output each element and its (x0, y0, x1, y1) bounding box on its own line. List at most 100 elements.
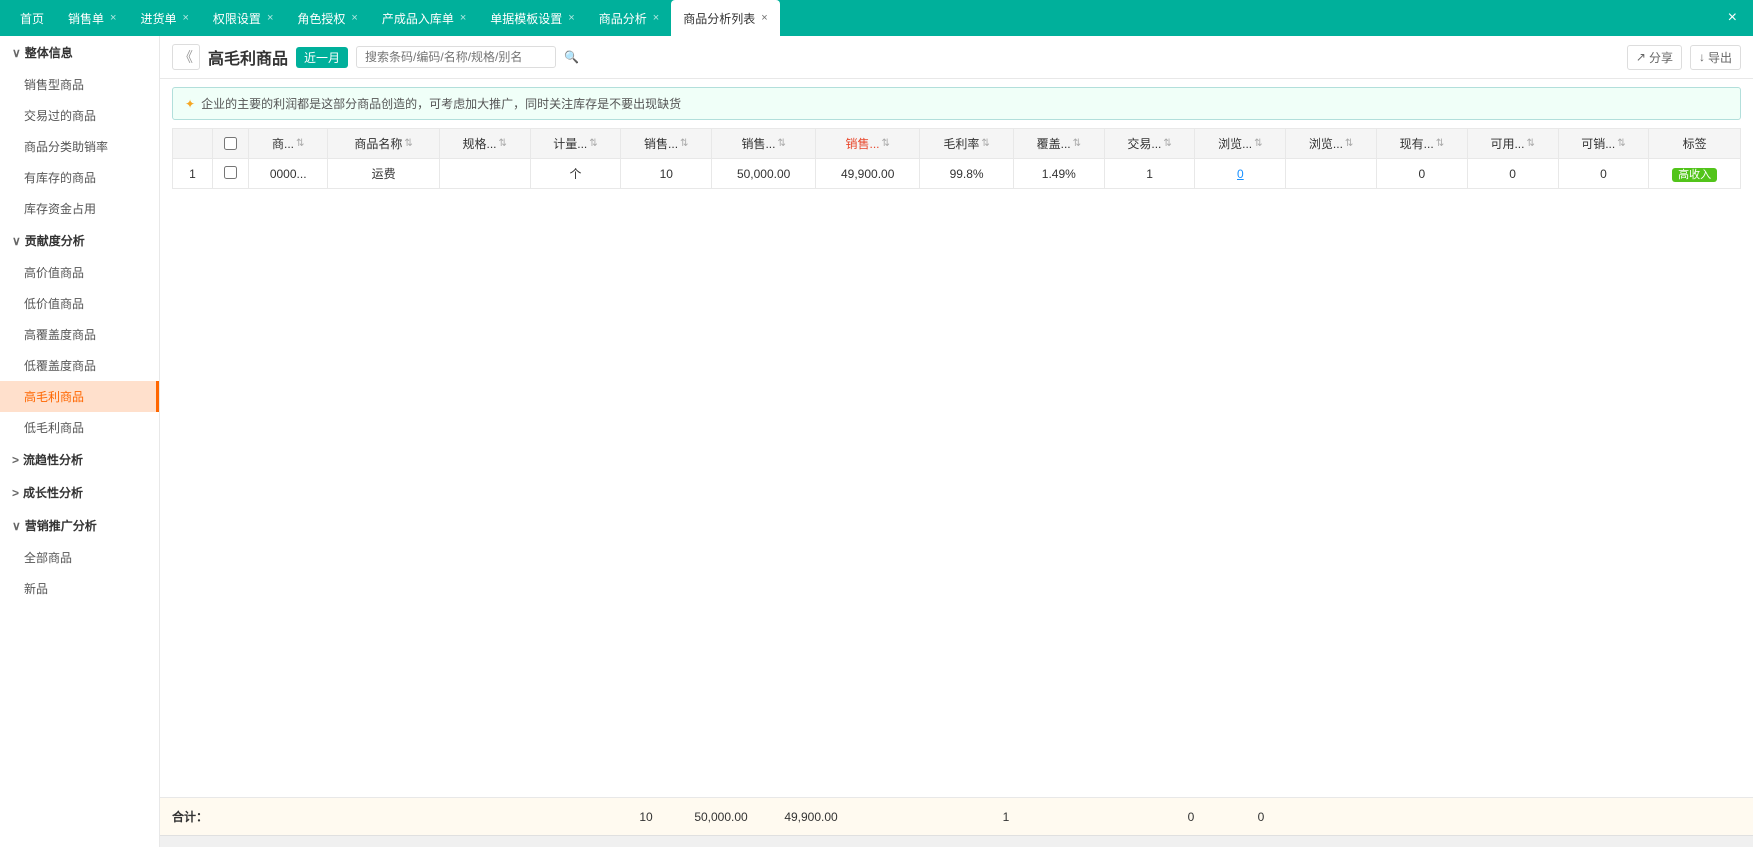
sort-icon: ⇅ (499, 138, 507, 149)
page-title: 高毛利商品 (208, 45, 288, 69)
cell-current-stock: 0 (1377, 159, 1468, 189)
col-sales-profit: 销售...⇅ (816, 129, 920, 159)
table-header-row: 商...⇅ 商品名称⇅ 规格...⇅ 计量...⇅ 销售...⇅ (173, 129, 1741, 159)
footer-spacer3 (376, 810, 456, 824)
sort-icon: ⇅ (882, 138, 890, 149)
footer-spacer7 (916, 810, 976, 824)
col-code: 商...⇅ (249, 129, 328, 159)
sidebar-section-trend[interactable]: > 流趋性分析 (0, 443, 159, 476)
cell-tag: 高收入 (1649, 159, 1741, 189)
footer-spacer (216, 810, 296, 824)
sidebar: ∨ 整体信息 销售型商品 交易过的商品 商品分类助销率 有库存的商品 库存资金占… (0, 36, 160, 847)
table-container[interactable]: 商...⇅ 商品名称⇅ 规格...⇅ 计量...⇅ 销售...⇅ (160, 128, 1753, 797)
cell-spec (439, 159, 530, 189)
sort-icon: ⇅ (296, 138, 304, 149)
nav-item-sales[interactable]: 销售单 × (56, 0, 128, 36)
close-icon[interactable]: × (460, 12, 466, 24)
info-icon: ✦ (185, 97, 195, 111)
sidebar-item-stock-capital[interactable]: 库存资金占用 (0, 193, 159, 224)
sidebar-item-low-coverage[interactable]: 低覆盖度商品 (0, 350, 159, 381)
sort-icon: ⇅ (1345, 138, 1353, 149)
col-browse1: 浏览...⇅ (1195, 129, 1286, 159)
sort-icon: ⇅ (404, 138, 412, 149)
share-button[interactable]: ↗ 分享 (1627, 45, 1682, 70)
search-input[interactable] (356, 46, 556, 68)
sidebar-item-in-stock-goods[interactable]: 有库存的商品 (0, 162, 159, 193)
footer-current-stock: 0 (1156, 810, 1226, 824)
cell-index: 1 (173, 159, 213, 189)
sort-icon: ⇅ (680, 138, 688, 149)
cell-browse2 (1286, 159, 1377, 189)
sidebar-item-sales-goods[interactable]: 销售型商品 (0, 69, 159, 100)
export-button[interactable]: ↓ 导出 (1690, 45, 1741, 70)
main-layout: ∨ 整体信息 销售型商品 交易过的商品 商品分类助销率 有库存的商品 库存资金占… (0, 36, 1753, 847)
footer-spacer4 (456, 810, 536, 824)
cell-sales-qty: 10 (621, 159, 712, 189)
sidebar-section-contribution[interactable]: ∨ 贡献度分析 (0, 224, 159, 257)
search-icon[interactable]: 🔍 (564, 50, 579, 64)
sidebar-item-all-goods[interactable]: 全部商品 (0, 542, 159, 573)
sidebar-item-high-coverage[interactable]: 高覆盖度商品 (0, 319, 159, 350)
chevron-right-icon: > (12, 486, 19, 500)
nav-item-template[interactable]: 单据模板设置 × (478, 0, 586, 36)
close-icon[interactable]: × (761, 12, 767, 24)
nav-item-home[interactable]: 首页 (8, 0, 56, 36)
sidebar-collapse-button[interactable]: 《 (172, 44, 200, 70)
cell-available-stock: 0 (1467, 159, 1558, 189)
footer-spacer9 (1096, 810, 1156, 824)
col-sales-amount: 销售...⇅ (712, 129, 816, 159)
nav-item-role[interactable]: 角色授权 × (285, 0, 369, 36)
sidebar-section-marketing[interactable]: ∨ 营销推广分析 (0, 509, 159, 542)
cell-sellable-stock: 0 (1558, 159, 1649, 189)
footer-spacer6 (856, 810, 916, 824)
close-icon[interactable]: × (351, 12, 357, 24)
cell-checkbox[interactable] (213, 159, 249, 189)
sort-icon: ⇅ (589, 138, 597, 149)
col-sellable-stock: 可销...⇅ (1558, 129, 1649, 159)
col-spec: 规格...⇅ (439, 129, 530, 159)
chevron-down-icon: ∨ (12, 46, 21, 60)
sidebar-item-category-rate[interactable]: 商品分类助销率 (0, 131, 159, 162)
time-filter-button[interactable]: 近一月 (296, 47, 348, 68)
close-icon[interactable]: × (182, 12, 188, 24)
sidebar-item-high-value[interactable]: 高价值商品 (0, 257, 159, 288)
close-icon[interactable]: × (267, 12, 273, 24)
table-row: 1 0000... 运费 个 10 50,000.00 49,900.00 99… (173, 159, 1741, 189)
footer-sales-profit: 49,900.00 (766, 810, 856, 824)
sidebar-item-low-value[interactable]: 低价值商品 (0, 288, 159, 319)
sidebar-section-overall[interactable]: ∨ 整体信息 (0, 36, 159, 69)
top-nav: 首页 销售单 × 进货单 × 权限设置 × 角色授权 × 产成品入库单 × 单据… (0, 0, 1753, 36)
nav-item-analysis-list[interactable]: 商品分析列表 × (671, 0, 779, 36)
sidebar-item-new-goods[interactable]: 新品 (0, 573, 159, 604)
sidebar-section-growth[interactable]: > 成长性分析 (0, 476, 159, 509)
nav-item-product[interactable]: 产成品入库单 × (370, 0, 478, 36)
sort-icon: ⇅ (981, 138, 989, 149)
select-all-checkbox[interactable] (224, 137, 237, 150)
nav-item-analysis[interactable]: 商品分析 × (587, 0, 671, 36)
nav-item-purchase[interactable]: 进货单 × (128, 0, 200, 36)
window-close-button[interactable]: × (1720, 9, 1745, 27)
nav-item-permission[interactable]: 权限设置 × (201, 0, 285, 36)
sidebar-item-low-margin[interactable]: 低毛利商品 (0, 412, 159, 443)
close-icon[interactable]: × (653, 12, 659, 24)
sidebar-item-traded-goods[interactable]: 交易过的商品 (0, 100, 159, 131)
row-checkbox[interactable] (224, 166, 237, 179)
col-name: 商品名称⇅ (328, 129, 439, 159)
sidebar-item-high-margin[interactable]: 高毛利商品 (0, 381, 159, 412)
col-browse2: 浏览...⇅ (1286, 129, 1377, 159)
bottom-scrollbar[interactable] (160, 835, 1753, 847)
cell-sales-amount: 50,000.00 (712, 159, 816, 189)
cell-coverage: 1.49% (1013, 159, 1104, 189)
cell-code: 0000... (249, 159, 328, 189)
close-icon[interactable]: × (568, 12, 574, 24)
col-sales-qty: 销售...⇅ (621, 129, 712, 159)
close-icon[interactable]: × (110, 12, 116, 24)
share-icon: ↗ (1636, 50, 1646, 64)
sort-icon: ⇅ (1617, 138, 1625, 149)
cell-browse1[interactable]: 0 (1195, 159, 1286, 189)
cell-sales-profit: 49,900.00 (816, 159, 920, 189)
sort-icon: ⇅ (1163, 138, 1171, 149)
col-current-stock: 现有...⇅ (1377, 129, 1468, 159)
cell-unit: 个 (530, 159, 621, 189)
sort-icon: ⇅ (1436, 138, 1444, 149)
